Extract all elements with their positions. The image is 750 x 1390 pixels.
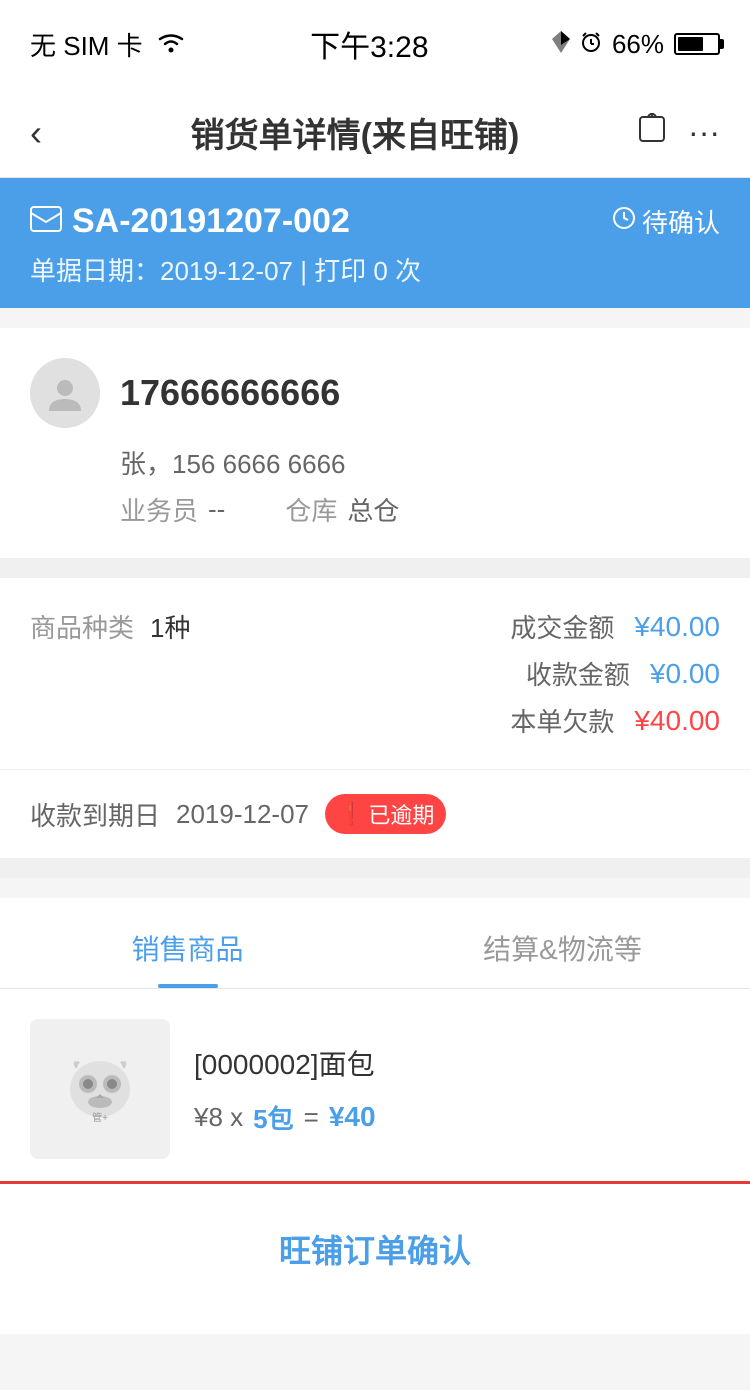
deal-amount-label: 成交金额 (510, 608, 614, 645)
debt-amount-row: 本单欠款 ¥40.00 (510, 702, 720, 739)
product-type-value: 1种 (150, 608, 190, 645)
customer-name-row: 张，156 6666 6666 (30, 444, 720, 481)
salesperson-label: 业务员 (120, 491, 198, 528)
warehouse-value: 总仓 (347, 491, 399, 528)
warehouse-label: 仓库 (285, 491, 337, 528)
divider-2 (0, 858, 750, 878)
summary-right: 成交金额 ¥40.00 收款金额 ¥0.00 本单欠款 ¥40.00 (510, 608, 720, 739)
order-header: SA-20191207-002 待确认 单据日期：2019-12-07 | 打印… (0, 178, 750, 308)
order-date: 单据日期：2019-12-07 | 打印 0 次 (30, 251, 720, 288)
product-list: 管+ [0000002]面包 ¥8 x 5包 = ¥40 (0, 989, 750, 1190)
nav-actions: ··· (620, 113, 720, 153)
tabs-container: 销售商品 结算&物流等 (0, 898, 750, 989)
status-bar: 无 SIM 卡 下午3:28 66 (0, 0, 750, 88)
status-right: 66% (552, 29, 720, 60)
order-id-row: SA-20191207-002 (30, 202, 350, 241)
overdue-row: 收款到期日 2019-12-07 ❗ 已逾期 (0, 769, 750, 858)
wifi-icon (155, 29, 187, 60)
nav-bar: ‹ 销货单详情(来自旺铺) ··· (0, 88, 750, 178)
divider-1 (0, 558, 750, 578)
receipt-amount-row: 收款金额 ¥0.00 (526, 655, 720, 692)
product-name: [0000002]面包 (194, 1043, 720, 1083)
battery-percent: 66% (612, 29, 664, 60)
product-type-label: 商品种类 (30, 608, 134, 645)
overdue-badge-text: 已逾期 (368, 798, 434, 830)
overdue-badge: ❗ 已逾期 (325, 794, 446, 834)
product-item: 管+ [0000002]面包 ¥8 x 5包 = ¥40 (0, 989, 750, 1190)
order-id-text: SA-20191207-002 (72, 202, 350, 241)
tab-sales-product[interactable]: 销售商品 (0, 898, 375, 988)
product-price: ¥8 x (194, 1102, 243, 1133)
deal-amount-value: ¥40.00 (634, 611, 720, 643)
product-total: ¥40 (329, 1101, 376, 1133)
carrier-text: 无 SIM 卡 (30, 26, 143, 63)
more-button[interactable]: ··· (688, 114, 720, 151)
order-status: 待确认 (612, 203, 720, 240)
product-info: [0000002]面包 ¥8 x 5包 = ¥40 (194, 1043, 720, 1136)
product-type-row: 商品种类 1种 (30, 608, 190, 645)
bottom-bar: 旺铺订单确认 (0, 1181, 750, 1334)
overdue-badge-icon: ❗ (337, 801, 364, 827)
location-icon (552, 29, 570, 60)
status-clock-icon (612, 206, 636, 237)
salesperson-value: -- (208, 494, 225, 525)
customer-phone: 17666666666 (120, 372, 340, 414)
customer-top: 17666666666 (30, 358, 720, 428)
share-button[interactable] (636, 113, 668, 153)
status-text: 待确认 (642, 203, 720, 240)
product-qty: 5包 (253, 1099, 293, 1136)
status-time: 下午3:28 (310, 22, 428, 66)
back-button[interactable]: ‹ (30, 112, 90, 154)
debt-amount-value: ¥40.00 (634, 705, 720, 737)
customer-card: 17666666666 张，156 6666 6666 业务员 -- 仓库 总仓 (0, 328, 750, 558)
receipt-amount-value: ¥0.00 (650, 658, 720, 690)
tab-settlement[interactable]: 结算&物流等 (375, 898, 750, 988)
receipt-amount-label: 收款金额 (526, 655, 630, 692)
order-icon (30, 202, 62, 241)
debt-amount-label: 本单欠款 (510, 702, 614, 739)
battery-icon (674, 33, 720, 55)
salesperson-item: 业务员 -- (120, 491, 225, 528)
status-left: 无 SIM 卡 (30, 26, 187, 63)
confirm-order-button[interactable]: 旺铺订单确认 (30, 1204, 720, 1294)
avatar (30, 358, 100, 428)
warehouse-item: 仓库 总仓 (285, 491, 399, 528)
svg-text:管+: 管+ (92, 1111, 108, 1124)
product-eq: = (304, 1102, 319, 1133)
summary-left: 商品种类 1种 (30, 608, 190, 653)
product-price-row: ¥8 x 5包 = ¥40 (194, 1099, 720, 1136)
summary-card: 商品种类 1种 成交金额 ¥40.00 收款金额 ¥0.00 本单欠款 ¥40.… (0, 578, 750, 769)
deal-amount-row: 成交金额 ¥40.00 (510, 608, 720, 645)
overdue-label: 收款到期日 (30, 796, 160, 833)
product-thumbnail: 管+ (30, 1019, 170, 1159)
customer-extra: 业务员 -- 仓库 总仓 (30, 491, 720, 528)
overdue-date: 2019-12-07 (176, 799, 309, 830)
page-title: 销货单详情(来自旺铺) (90, 108, 620, 157)
alarm-icon (580, 29, 602, 60)
